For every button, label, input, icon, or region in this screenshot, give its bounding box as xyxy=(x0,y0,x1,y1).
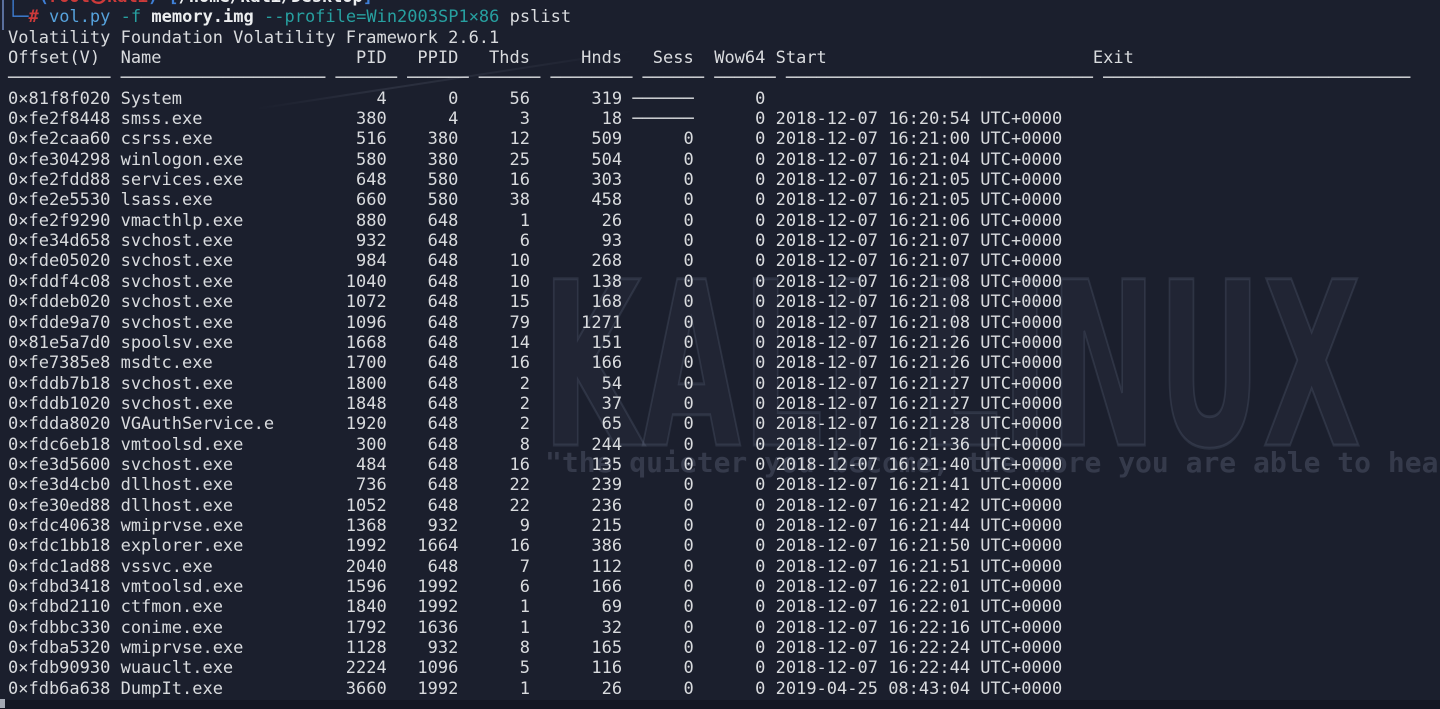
table-separator-row: ────────── ──────────────────── ────── ─… xyxy=(8,68,1411,89)
process-row: 0×fddb7b18 svchost.exe 1800 648 2 54 0 0… xyxy=(8,373,1093,394)
command-plugin: pslist xyxy=(509,7,572,28)
process-row: 0×fdc40638 wmiprvse.exe 1368 932 9 215 0… xyxy=(8,515,1093,536)
process-row: 0×81f8f020 System 4 0 56 319 ────── 0 xyxy=(8,88,1093,109)
process-row: 0×81e5a7d0 spoolsv.exe 1668 648 14 151 0… xyxy=(8,332,1093,353)
process-row: 0×fdbd2110 ctfmon.exe 1840 1992 1 69 0 0… xyxy=(8,597,1093,618)
process-row: 0×fe2f8448 smss.exe 380 4 3 18 ────── 0 … xyxy=(8,109,1093,130)
prompt-user: root㉿kali xyxy=(49,0,148,7)
terminal-output: ┌──(root㉿kali)-[/home/kali/Desktop] └─# … xyxy=(8,0,1410,699)
prompt-path: /home/kali/Desktop xyxy=(179,0,363,7)
command-profile-option: --profile=Win2003SP1×86 xyxy=(264,7,500,28)
process-row: 0×fe3d5600 svchost.exe 484 648 16 135 0 … xyxy=(8,454,1093,475)
window-edge-highlight xyxy=(2,0,4,30)
process-row: 0×fe304298 winlogon.exe 580 380 25 504 0… xyxy=(8,149,1093,170)
process-row: 0×fdda8020 VGAuthService.e 1920 648 2 65… xyxy=(8,414,1093,435)
process-row: 0×fde05020 svchost.exe 984 648 10 268 0 … xyxy=(8,251,1093,272)
prompt-hash: # xyxy=(28,7,39,28)
process-row: 0×fe2caa60 csrss.exe 516 380 12 509 0 0 … xyxy=(8,129,1093,150)
process-row: 0×fe2f9290 vmacthlp.exe 880 648 1 26 0 0… xyxy=(8,210,1093,231)
process-row: 0×fdc1bb18 explorer.exe 1992 1664 16 386… xyxy=(8,536,1093,557)
process-row: 0×fdbd3418 vmtoolsd.exe 1596 1992 6 166 … xyxy=(8,576,1093,597)
banner-line: Volatility Foundation Volatility Framewo… xyxy=(8,27,500,48)
process-row: 0×fe30ed88 dllhost.exe 1052 648 22 236 0… xyxy=(8,495,1093,516)
process-row: 0×fddeb020 svchost.exe 1072 648 15 168 0… xyxy=(8,292,1093,313)
command-name: vol.py xyxy=(48,7,111,28)
command-file-arg: memory.img xyxy=(151,7,254,28)
process-row: 0×fe2fdd88 services.exe 648 580 16 303 0… xyxy=(8,170,1093,191)
process-row: 0×fdba5320 wmiprvse.exe 1128 932 8 165 0… xyxy=(8,638,1093,658)
process-row: 0×fdb90930 wuauclt.exe 2224 1096 5 116 0… xyxy=(8,658,1093,679)
prompt-frame-mid: )-[ xyxy=(148,0,179,7)
prompt-frame-bottom: └─ xyxy=(8,7,29,28)
command-flag: -f xyxy=(120,7,142,28)
process-row: 0×fdbbc330 conime.exe 1792 1636 1 32 0 0… xyxy=(8,617,1093,638)
process-row: 0×fdde9a70 svchost.exe 1096 648 79 1271 … xyxy=(8,312,1093,333)
process-table: Offset(V) Name PID PPID Thds Hnds Sess W… xyxy=(8,48,1410,699)
command-line: └─# vol.py -f memory.img --profile=Win20… xyxy=(8,7,1410,27)
process-row: 0×fe2e5530 lsass.exe 660 580 38 458 0 0 … xyxy=(8,190,1093,211)
bottom-edge-strip xyxy=(0,700,1440,709)
prompt-frame-close: ] xyxy=(363,0,373,7)
process-row: 0×fdc1ad88 vssvc.exe 2040 648 7 112 0 0 … xyxy=(8,556,1093,577)
process-row: 0×fdc6eb18 vmtoolsd.exe 300 648 8 244 0 … xyxy=(8,434,1093,455)
terminal-screen[interactable]: KALI LINUX "the quieter you become, the … xyxy=(0,0,1440,709)
process-row: 0×fdb6a638 DumpIt.exe 3660 1992 1 26 0 0… xyxy=(8,678,1093,699)
process-row: 0×fe7385e8 msdtc.exe 1700 648 16 166 0 0… xyxy=(8,353,1093,374)
table-header-row: Offset(V) Name PID PPID Thds Hnds Sess W… xyxy=(8,48,1134,69)
process-row: 0×fddf4c08 svchost.exe 1040 648 10 138 0… xyxy=(8,271,1093,292)
bottom-left-mark xyxy=(0,699,5,708)
prompt-frame-open: ┌──( xyxy=(8,0,49,7)
process-row: 0×fe34d658 svchost.exe 932 648 6 93 0 0 … xyxy=(8,231,1093,252)
process-row: 0×fe3d4cb0 dllhost.exe 736 648 22 239 0 … xyxy=(8,475,1093,496)
process-row: 0×fddb1020 svchost.exe 1848 648 2 37 0 0… xyxy=(8,393,1093,414)
